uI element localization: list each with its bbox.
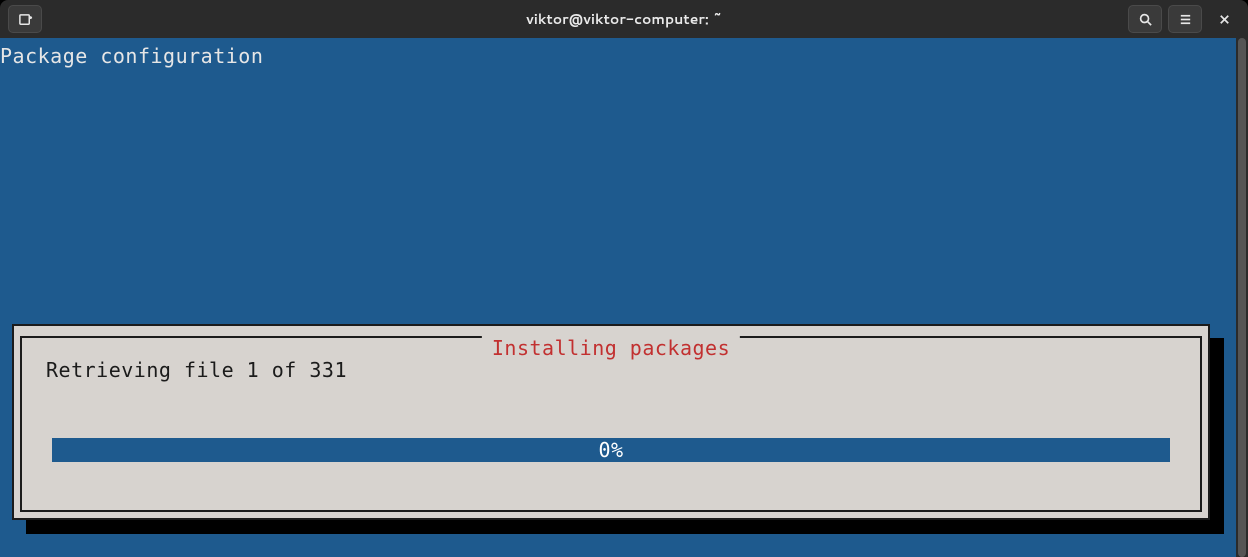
status-line: Retrieving file 1 of 331 (46, 358, 347, 382)
installing-packages-dialog: Installing packages Retrieving file 1 of… (12, 324, 1210, 520)
package-config-heading: Package configuration (0, 38, 1236, 68)
close-window-button[interactable] (1208, 5, 1240, 33)
terminal-area[interactable]: Package configuration Installing package… (0, 38, 1248, 557)
dialog-title-wrap: Installing packages (482, 336, 740, 360)
search-button[interactable] (1128, 5, 1162, 33)
scrollbar-track[interactable] (1236, 38, 1248, 557)
status-prefix: Retrieving file (46, 358, 247, 382)
status-mid: of (259, 358, 309, 382)
window-titlebar: viktor@viktor-computer: ~ (0, 0, 1248, 38)
dialog-body: Retrieving file 1 of 331 (46, 358, 1176, 496)
terminal-viewport[interactable]: Package configuration Installing package… (0, 38, 1236, 557)
dialog-border: Installing packages Retrieving file 1 of… (20, 336, 1202, 512)
window-title: viktor@viktor-computer: ~ (526, 9, 722, 29)
menu-button[interactable] (1168, 5, 1202, 33)
dialog-title: Installing packages (492, 336, 730, 360)
progress-percent: 0% (598, 438, 623, 462)
total-files: 331 (309, 358, 347, 382)
current-file: 1 (247, 358, 260, 382)
scrollbar-thumb[interactable] (1238, 38, 1246, 557)
new-tab-button[interactable] (8, 5, 42, 33)
progress-bar: 0% (52, 438, 1170, 462)
